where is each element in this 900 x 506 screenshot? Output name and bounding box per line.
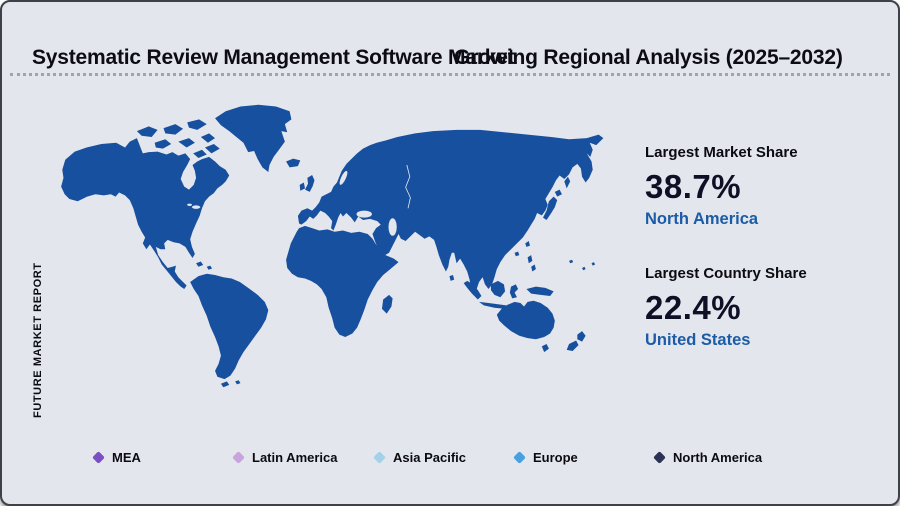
dotted-separator bbox=[10, 73, 890, 76]
diamond-marker-icon bbox=[513, 451, 526, 464]
legend-item-europe: Europe bbox=[513, 450, 578, 465]
diamond-marker-icon bbox=[653, 451, 666, 464]
legend-label: MEA bbox=[112, 450, 141, 465]
stat-label: Largest Country Share bbox=[645, 265, 807, 282]
legend-item-asia-pacific: Asia Pacific bbox=[373, 450, 466, 465]
diamond-marker-icon bbox=[373, 451, 386, 464]
stat-region: North America bbox=[645, 210, 759, 228]
legend-label: North America bbox=[673, 450, 763, 465]
watermark-future-market-report: FUTURE MARKET REPORT bbox=[32, 262, 44, 418]
page-title-market: Systematic Review Management Software Ma… bbox=[32, 46, 515, 69]
diamond-marker-icon bbox=[232, 451, 245, 464]
stat-largest-market-share: Largest Market Share 38.7% North America bbox=[645, 144, 885, 229]
legend: MEA Latin America Asia Pacific Europe No… bbox=[2, 450, 898, 474]
stat-largest-country-share: Largest Country Share 22.4% United State… bbox=[645, 265, 885, 350]
page-title-analysis: Growing Regional Analysis (2025–2032) bbox=[454, 46, 843, 69]
infographic-card: Systematic Review Management Software Ma… bbox=[0, 0, 900, 506]
legend-item-north-america: North America bbox=[653, 450, 763, 465]
legend-label: Europe bbox=[533, 450, 578, 465]
stat-value: 22.4% bbox=[645, 289, 742, 326]
stat-region: United States bbox=[645, 331, 751, 349]
legend-item-latin-america: Latin America bbox=[232, 450, 338, 465]
stat-label: Largest Market Share bbox=[645, 144, 798, 161]
diamond-marker-icon bbox=[92, 451, 105, 464]
world-map bbox=[54, 96, 646, 444]
world-map-svg bbox=[61, 104, 604, 388]
legend-label: Asia Pacific bbox=[393, 450, 466, 465]
stat-value: 38.7% bbox=[645, 168, 742, 205]
legend-item-mea: MEA bbox=[92, 450, 141, 465]
legend-label: Latin America bbox=[252, 450, 338, 465]
